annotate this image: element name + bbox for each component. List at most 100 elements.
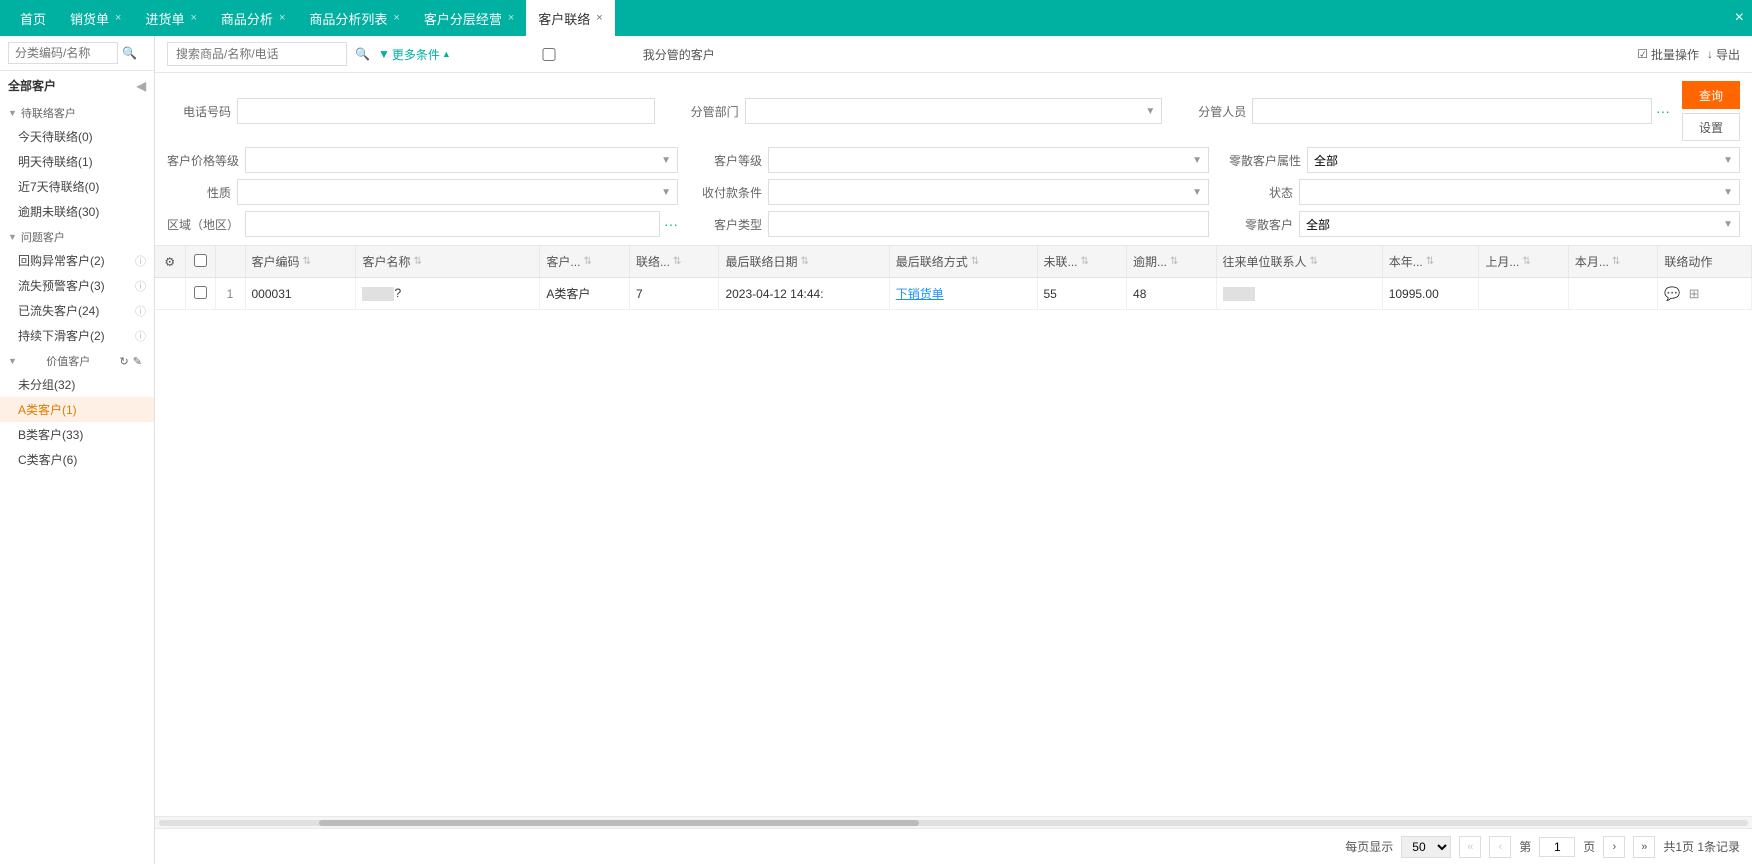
phone-input[interactable] xyxy=(237,98,655,124)
sort-this-month-icon[interactable]: ⇅ xyxy=(1612,256,1620,267)
sidebar-item-overdue[interactable]: 逾期未联络(30) xyxy=(0,199,154,224)
sidebar-item-churned[interactable]: 已流失客户(24) ⓘ xyxy=(0,298,154,323)
nature-arrow-icon: ▼ xyxy=(661,187,671,198)
retail-attr-select[interactable]: 全部 ▼ xyxy=(1307,147,1740,173)
nature-select[interactable]: ▼ xyxy=(237,179,678,205)
sort-contact-icon[interactable]: ⇅ xyxy=(673,256,681,267)
nav-home[interactable]: 首页 xyxy=(8,0,58,36)
nav-customer-contact[interactable]: 客户联络 × xyxy=(526,0,614,36)
close-purchase-icon[interactable]: × xyxy=(190,12,196,24)
close-all-icon[interactable]: × xyxy=(1735,9,1744,27)
person-input[interactable] xyxy=(1252,98,1652,124)
action-qr-icon[interactable]: ⊞ xyxy=(1689,286,1700,302)
refresh-icon[interactable]: ↻ xyxy=(120,355,129,368)
batch-op-btn[interactable]: ☑ 批量操作 xyxy=(1637,46,1699,63)
last-page-btn[interactable]: » xyxy=(1633,836,1655,858)
region-input[interactable] xyxy=(245,211,660,237)
close-sales-icon[interactable]: × xyxy=(115,12,121,24)
prev-page-btn[interactable]: ‹ xyxy=(1489,836,1511,858)
col-checkbox[interactable] xyxy=(185,246,215,278)
filter-search-icon[interactable]: 🔍 xyxy=(355,47,370,61)
price-grade-arrow-icon: ▼ xyxy=(661,155,671,166)
sort-last-month-icon[interactable]: ⇅ xyxy=(1522,256,1530,267)
sort-type-icon[interactable]: ⇅ xyxy=(583,256,591,267)
sidebar-search-input[interactable] xyxy=(8,42,118,64)
customer-grade-select[interactable]: ▼ xyxy=(768,147,1209,173)
group-problem-customers[interactable]: 问题客户 xyxy=(0,224,154,248)
col-gear[interactable]: ⚙ xyxy=(155,246,185,278)
row-checkbox-cell[interactable] xyxy=(185,278,215,310)
sidebar-search-icon[interactable]: 🔍 xyxy=(122,46,137,60)
close-product-list-icon[interactable]: × xyxy=(393,12,399,24)
price-grade-select[interactable]: ▼ xyxy=(245,147,678,173)
sidebar-item-7days[interactable]: 近7天待联络(0) xyxy=(0,174,154,199)
sidebar-item-class-c[interactable]: C类客户(6) xyxy=(0,447,154,472)
sidebar-item-today[interactable]: 今天待联络(0) xyxy=(0,124,154,149)
customer-type-input[interactable] xyxy=(768,211,1209,237)
sort-name-icon[interactable]: ⇅ xyxy=(414,256,422,267)
query-button[interactable]: 查询 xyxy=(1682,81,1740,109)
person-dots-btn[interactable]: ··· xyxy=(1656,103,1670,119)
close-customer-segment-icon[interactable]: × xyxy=(508,12,514,24)
region-dots-btn[interactable]: ··· xyxy=(664,216,678,232)
col-contacts-person: 往来单位联系人⇅ xyxy=(1216,246,1382,278)
scrollbar-thumb[interactable] xyxy=(319,820,919,826)
filter-panel: 电话号码 分管部门 ▼ 分管人员 ··· 查询 设置 xyxy=(155,73,1752,246)
my-customers-checkbox[interactable] xyxy=(459,48,639,61)
group-value-customers[interactable]: 价值客户 ↻ ✎ xyxy=(0,348,154,372)
nav-sales[interactable]: 销货单 × xyxy=(58,0,133,36)
next-page-btn[interactable]: › xyxy=(1603,836,1625,858)
sort-code-icon[interactable]: ⇅ xyxy=(303,256,311,267)
all-customers-header[interactable]: 全部客户 ◀ xyxy=(0,71,154,100)
sidebar-item-tomorrow[interactable]: 明天待联络(1) xyxy=(0,149,154,174)
close-customer-contact-icon[interactable]: × xyxy=(596,12,602,24)
sort-way-icon[interactable]: ⇅ xyxy=(971,256,979,267)
edit-icon[interactable]: ✎ xyxy=(133,355,142,368)
nav-customer-segment[interactable]: 客户分层经营 × xyxy=(412,0,526,36)
nav-purchase[interactable]: 进货单 × xyxy=(133,0,208,36)
table-container: ⚙ 客户编码⇅ 客户名称⇅ 客户...⇅ 联络...⇅ xyxy=(155,246,1752,816)
first-page-btn[interactable]: « xyxy=(1459,836,1481,858)
settings-button[interactable]: 设置 xyxy=(1682,113,1740,141)
customer-grade-label: 客户等级 xyxy=(698,152,768,169)
sort-contacts-icon[interactable]: ⇅ xyxy=(1310,256,1318,267)
status-select[interactable]: ▼ xyxy=(1299,179,1740,205)
sort-date-icon[interactable]: ⇅ xyxy=(800,256,808,267)
col-action: 联络动作 xyxy=(1658,246,1752,278)
sidebar-item-class-b[interactable]: B类客户(33) xyxy=(0,422,154,447)
region-label: 区域（地区） xyxy=(167,216,245,233)
filter-row-1: 电话号码 分管部门 ▼ 分管人员 ··· 查询 设置 xyxy=(167,81,1740,141)
sort-no-contact-icon[interactable]: ⇅ xyxy=(1081,256,1089,267)
person-label: 分管人员 xyxy=(1182,103,1252,120)
last-way-link[interactable]: 下销货单 xyxy=(896,287,944,301)
select-all-checkbox[interactable] xyxy=(194,254,207,267)
row-checkbox[interactable] xyxy=(194,286,207,299)
payment-select[interactable]: ▼ xyxy=(768,179,1209,205)
group-pending-contact[interactable]: 待联络客户 xyxy=(0,100,154,124)
sidebar-item-unclassified[interactable]: 未分组(32) xyxy=(0,372,154,397)
close-product-analysis-icon[interactable]: × xyxy=(279,12,285,24)
filter-row-3: 性质 ▼ 收付款条件 ▼ 状态 xyxy=(167,179,1740,205)
dept-select[interactable]: ▼ xyxy=(745,98,1163,124)
filter-dept: 分管部门 ▼ xyxy=(675,98,1163,124)
sidebar-item-class-a[interactable]: A类客户(1) xyxy=(0,397,154,422)
col-last-way: 最后联络方式⇅ xyxy=(889,246,1037,278)
sort-year-icon[interactable]: ⇅ xyxy=(1426,256,1434,267)
page-input[interactable] xyxy=(1539,837,1575,857)
sidebar-item-abnormal[interactable]: 回购异常客户(2) ⓘ xyxy=(0,248,154,273)
action-chat-icon[interactable]: 💬 xyxy=(1664,286,1680,302)
filter-status: 状态 ▼ xyxy=(1229,179,1740,205)
export-btn[interactable]: ↓ 导出 xyxy=(1707,46,1740,63)
my-customers-checkbox-area[interactable]: 我分管的客户 xyxy=(459,46,715,63)
sort-overdue-icon[interactable]: ⇅ xyxy=(1170,256,1178,267)
search-input[interactable] xyxy=(167,42,347,66)
horizontal-scrollbar[interactable] xyxy=(155,816,1752,828)
nav-product-list[interactable]: 商品分析列表 × xyxy=(297,0,411,36)
sidebar-item-declining[interactable]: 持续下滑客户(2) ⓘ xyxy=(0,323,154,348)
per-page-select[interactable]: 50 100 xyxy=(1401,836,1451,858)
retail-select[interactable]: 全部 ▼ xyxy=(1299,211,1740,237)
sidebar-item-churn-warning[interactable]: 流失预警客户(3) ⓘ xyxy=(0,273,154,298)
filter-more-btn[interactable]: ▼ 更多条件 ▲ xyxy=(378,46,451,63)
row-overdue: 48 xyxy=(1127,278,1217,310)
nav-product-analysis[interactable]: 商品分析 × xyxy=(209,0,297,36)
